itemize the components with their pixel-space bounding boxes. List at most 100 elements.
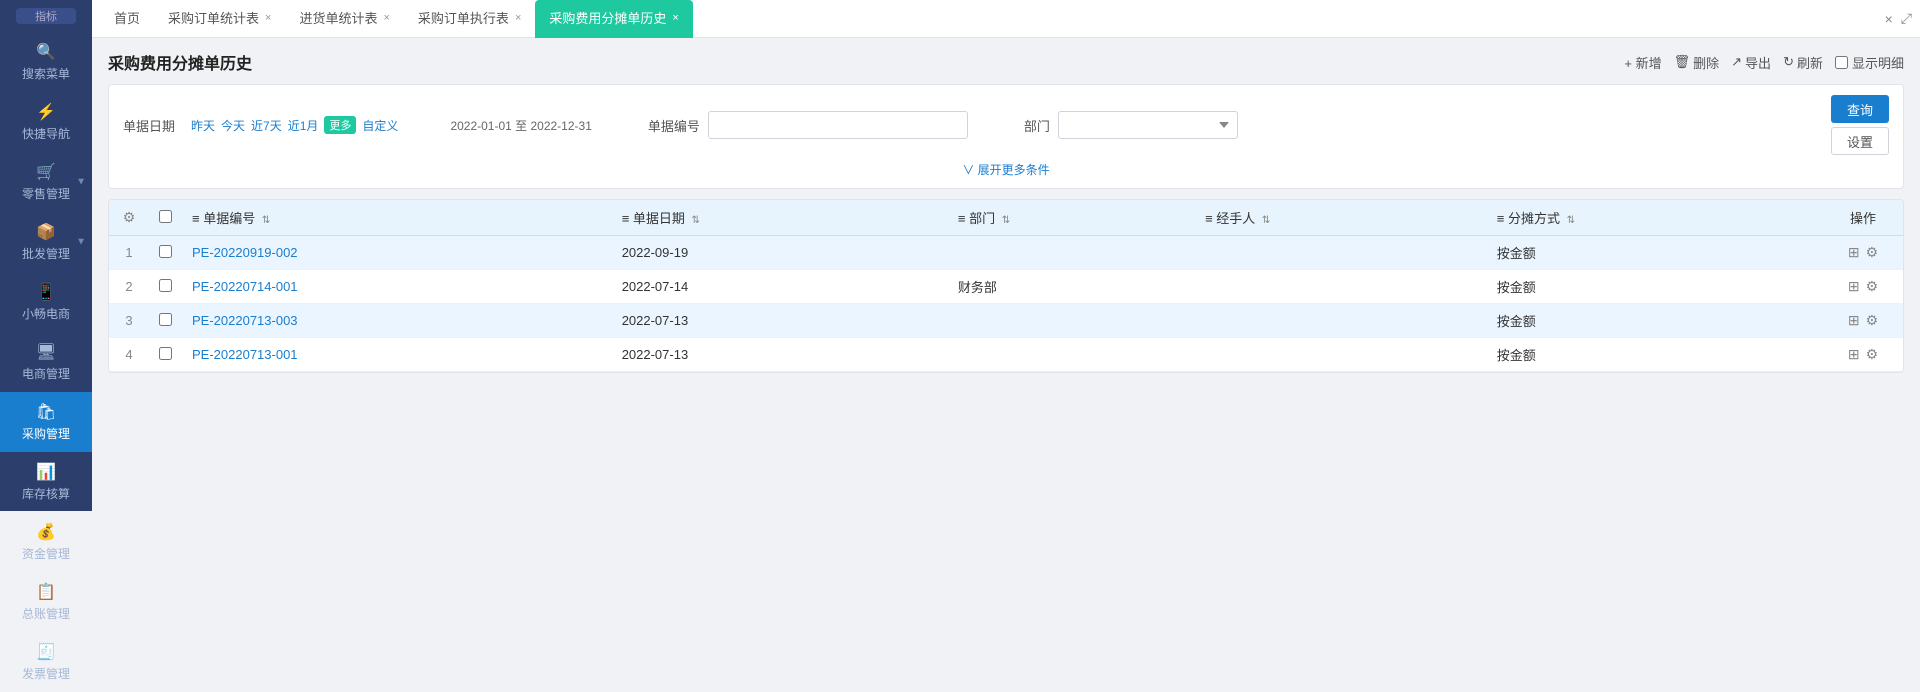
- view-icon[interactable]: ⊞: [1848, 244, 1860, 261]
- date-shortcuts: 昨天 今天 近7天 近1月 更多 自定义: [191, 116, 398, 134]
- date-range-value: 2022-01-01 至 2022-12-31: [450, 117, 591, 134]
- col-header-doc-no: ≡ 单据编号 ⇅: [182, 200, 612, 236]
- more-actions-icon[interactable]: ⚙: [1866, 278, 1879, 295]
- sort-dept-icon[interactable]: ⇅: [1002, 215, 1010, 226]
- row-checkbox[interactable]: [159, 313, 172, 326]
- column-settings-icon[interactable]: ⚙: [109, 200, 149, 236]
- retail-icon: 🛒: [36, 162, 56, 182]
- tab-close-icon[interactable]: ×: [515, 12, 521, 24]
- settings-button[interactable]: 设置: [1831, 127, 1889, 155]
- tab-close-icon[interactable]: ×: [672, 12, 678, 24]
- maximize-icon[interactable]: ⤢: [1901, 10, 1912, 27]
- delete-button[interactable]: 🗑 删除: [1674, 53, 1720, 72]
- sidebar-item-search[interactable]: 🔍 搜索菜单: [0, 32, 92, 92]
- sidebar-item-quick-nav[interactable]: ⚡ 快捷导航: [0, 92, 92, 152]
- doc-no-link[interactable]: PE-20220714-001: [192, 279, 298, 294]
- view-icon[interactable]: ⊞: [1848, 346, 1860, 363]
- tab-purchase-cost-history[interactable]: 采购费用分摊单历史×: [535, 0, 692, 38]
- cell-dept: [948, 304, 1195, 338]
- cell-dept: 财务部: [948, 270, 1195, 304]
- tab-inbound-stats[interactable]: 进货单统计表×: [285, 0, 403, 38]
- tab-close-icon[interactable]: ×: [383, 12, 389, 24]
- cell-check[interactable]: [149, 304, 182, 338]
- sidebar-item-retail[interactable]: 🛒 零售管理 ▼: [0, 152, 92, 212]
- refresh-button[interactable]: ↻ 刷新: [1783, 53, 1823, 72]
- ecommerce-icon: 🖥: [36, 342, 56, 362]
- sidebar-item-label: 总账管理: [22, 605, 70, 622]
- action-icons: ⊞ ⚙: [1833, 244, 1893, 261]
- ledger-icon: 📋: [36, 582, 56, 602]
- sidebar-item-mini-shop[interactable]: 📱 小畅电商: [0, 272, 92, 332]
- tab-home[interactable]: 首页: [100, 0, 154, 38]
- sidebar-item-ecommerce[interactable]: 🖥 电商管理: [0, 332, 92, 392]
- row-checkbox[interactable]: [159, 245, 172, 258]
- sidebar-item-label: 资金管理: [22, 545, 70, 562]
- sidebar-item-wholesale[interactable]: 📦 批发管理 ▼: [0, 212, 92, 272]
- date-more[interactable]: 更多: [324, 116, 356, 134]
- doc-no-input[interactable]: [708, 111, 968, 139]
- date-yesterday[interactable]: 昨天: [191, 117, 215, 134]
- date-label: 单据日期: [123, 116, 175, 135]
- tab-purchase-order-exec[interactable]: 采购订单执行表×: [404, 0, 535, 38]
- wholesale-icon: 📦: [36, 222, 56, 242]
- sidebar-item-label: 搜索菜单: [22, 65, 70, 82]
- cell-check[interactable]: [149, 270, 182, 304]
- sidebar: 指标 🔍 搜索菜单 ⚡ 快捷导航 🛒 零售管理 ▼ 📦 批发管理 ▼ 📱 小畅电…: [0, 0, 92, 511]
- sidebar-logo: 指标: [16, 8, 76, 24]
- cell-no: 1: [109, 236, 149, 270]
- row-checkbox[interactable]: [159, 279, 172, 292]
- doc-no-link[interactable]: PE-20220919-002: [192, 245, 298, 260]
- sidebar-item-inventory[interactable]: 📊 库存核算: [0, 452, 92, 512]
- view-icon[interactable]: ⊞: [1848, 312, 1860, 329]
- dept-select[interactable]: 财务部: [1058, 111, 1238, 139]
- view-icon[interactable]: ⊞: [1848, 278, 1860, 295]
- cell-date: 2022-09-19: [612, 236, 948, 270]
- chevron-right-icon: ▼: [76, 177, 86, 188]
- tab-bar: 首页采购订单统计表×进货单统计表×采购订单执行表×采购费用分摊单历史× × ⤢: [92, 0, 1920, 38]
- more-actions-icon[interactable]: ⚙: [1866, 244, 1879, 261]
- sidebar-item-invoice[interactable]: 🧾 发票管理: [0, 632, 92, 692]
- show-detail-checkbox[interactable]: 显示明细: [1835, 53, 1904, 72]
- table-row: 3 PE-20220713-003 2022-07-13 按金额 ⊞ ⚙: [109, 304, 1903, 338]
- sort-handler-icon[interactable]: ⇅: [1262, 215, 1270, 226]
- tab-purchase-order-stats[interactable]: 采购订单统计表×: [154, 0, 285, 38]
- query-button[interactable]: 查询: [1831, 95, 1889, 123]
- page-content: 采购费用分摊单历史 + 新增 🗑 删除 ↗ 导出 ↻ 刷新 显示明细: [92, 38, 1920, 511]
- date-custom[interactable]: 自定义: [362, 117, 398, 134]
- cell-no: 2: [109, 270, 149, 304]
- more-actions-icon[interactable]: ⚙: [1866, 312, 1879, 329]
- sidebar-item-label: 电商管理: [22, 365, 70, 382]
- doc-no-link[interactable]: PE-20220713-003: [192, 313, 298, 328]
- tab-close-icon[interactable]: ×: [265, 12, 271, 24]
- more-actions-icon[interactable]: ⚙: [1866, 346, 1879, 363]
- cell-check[interactable]: [149, 338, 182, 372]
- export-button[interactable]: ↗ 导出: [1731, 53, 1771, 72]
- select-all-checkbox[interactable]: [159, 210, 172, 223]
- sort-date-icon[interactable]: ⇅: [692, 215, 700, 226]
- action-icons: ⊞ ⚙: [1833, 312, 1893, 329]
- table-header-row: ⚙ ≡ 单据编号 ⇅ ≡ 单据日期 ⇅ ≡ 部门: [109, 200, 1903, 236]
- quick-nav-icon: ⚡: [36, 102, 56, 122]
- sidebar-item-ledger[interactable]: 📋 总账管理: [0, 572, 92, 632]
- row-checkbox[interactable]: [159, 347, 172, 360]
- add-button[interactable]: + 新增: [1624, 53, 1661, 72]
- sort-split-icon[interactable]: ⇅: [1567, 215, 1575, 226]
- date-7days[interactable]: 近7天: [251, 117, 282, 134]
- date-today[interactable]: 今天: [221, 117, 245, 134]
- show-detail-input[interactable]: [1835, 56, 1848, 69]
- sidebar-item-label: 小畅电商: [22, 305, 70, 322]
- close-all-icon[interactable]: ×: [1885, 11, 1893, 27]
- cell-check[interactable]: [149, 236, 182, 270]
- date-1month[interactable]: 近1月: [288, 117, 319, 134]
- sidebar-item-purchase[interactable]: 🛍 采购管理: [0, 392, 92, 452]
- table-row: 1 PE-20220919-002 2022-09-19 按金额 ⊞ ⚙: [109, 236, 1903, 270]
- cell-handler: [1195, 270, 1487, 304]
- doc-no-link[interactable]: PE-20220713-001: [192, 347, 298, 362]
- cell-no: 4: [109, 338, 149, 372]
- sort-doc-no-icon[interactable]: ⇅: [262, 215, 270, 226]
- sidebar-item-finance[interactable]: 💰 资金管理: [0, 512, 92, 572]
- col-header-dept: ≡ 部门 ⇅: [948, 200, 1195, 236]
- data-table: ⚙ ≡ 单据编号 ⇅ ≡ 单据日期 ⇅ ≡ 部门: [108, 199, 1904, 373]
- action-icons: ⊞ ⚙: [1833, 278, 1893, 295]
- expand-more-button[interactable]: ∨ 展开更多条件: [962, 161, 1049, 178]
